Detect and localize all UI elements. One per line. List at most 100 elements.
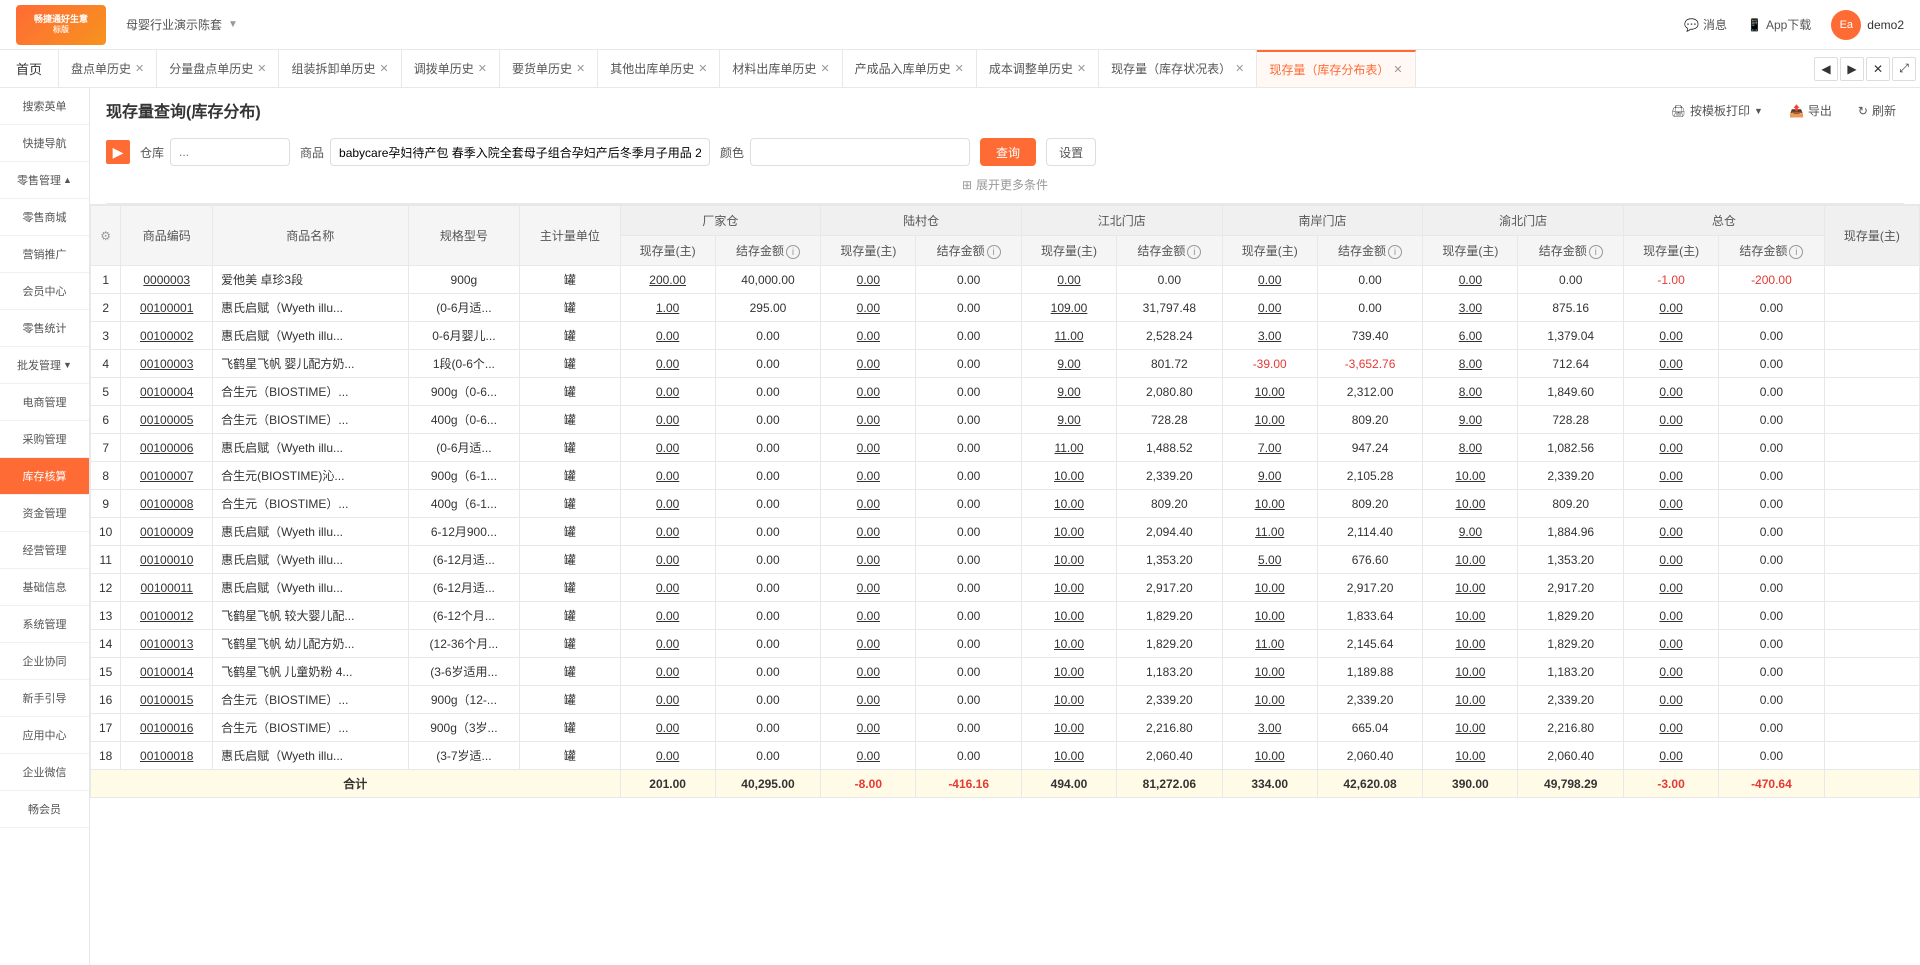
- close-icon-0[interactable]: ✕: [135, 62, 144, 75]
- cell-unit: 罐: [520, 630, 620, 658]
- zc-amt-info-icon[interactable]: i: [1789, 245, 1803, 259]
- cell-cj-amt: 295.00: [715, 294, 821, 322]
- sidebar-item-retail-mall[interactable]: 零售商城: [0, 199, 89, 236]
- close-icon-8[interactable]: ✕: [1077, 62, 1086, 75]
- close-icon-5[interactable]: ✕: [698, 62, 707, 75]
- nav-tab-5[interactable]: 其他出库单历史 ✕: [598, 50, 720, 88]
- sidebar: 搜索英单 快捷导航 零售管理 ▲ 零售商城 营销推广 会员中心 零售统计 批发管…: [0, 88, 90, 965]
- lc-amt-info-icon[interactable]: i: [987, 245, 1001, 259]
- cell-unit: 罐: [520, 406, 620, 434]
- sidebar-item-marketing[interactable]: 营销推广: [0, 236, 89, 273]
- sidebar-item-retail-stats[interactable]: 零售统计: [0, 310, 89, 347]
- nav-tab-1[interactable]: 分量盘点单历史 ✕: [157, 50, 279, 88]
- app-logo: 畅捷通好生意 标版: [16, 5, 106, 45]
- sidebar-item-ecommerce[interactable]: 电商管理: [0, 384, 89, 421]
- nav-tab-7[interactable]: 产成品入库单历史 ✕: [843, 50, 977, 88]
- goods-input[interactable]: [330, 138, 710, 166]
- cell-name: 飞鹤星飞帆 婴儿配方奶...: [213, 350, 408, 378]
- expand-conditions-btn[interactable]: ⊞ 展开更多条件: [106, 172, 1904, 197]
- cell-zc-qty: 0.00: [1624, 714, 1719, 742]
- sidebar-item-guide[interactable]: 新手引导: [0, 680, 89, 717]
- content-area: 现存量查询(库存分布) 🖨 按模板打印 ▼ 📤 导出 ↻ 刷新: [90, 88, 1920, 965]
- sidebar-item-purchase[interactable]: 采购管理: [0, 421, 89, 458]
- nav-tab-4[interactable]: 要货单历史 ✕: [500, 50, 598, 88]
- sidebar-item-app-center[interactable]: 应用中心: [0, 717, 89, 754]
- cell-na-qty: 11.00: [1222, 630, 1317, 658]
- message-label: 消息: [1703, 16, 1727, 33]
- cell-jb-amt: 801.72: [1117, 350, 1223, 378]
- table-row: 8 00100007 合生元(BIOSTIME)沁... 900g（6-1...…: [91, 462, 1920, 490]
- yb-amt-info-icon[interactable]: i: [1589, 245, 1603, 259]
- industry-selector[interactable]: 母婴行业演示陈套 ▼: [126, 16, 238, 33]
- settings-btn[interactable]: 设置: [1046, 138, 1096, 166]
- nav-tab-0[interactable]: 盘点单历史 ✕: [59, 50, 157, 88]
- cell-idx: 5: [91, 378, 121, 406]
- jb-amt-info-icon[interactable]: i: [1187, 245, 1201, 259]
- sidebar-item-finance[interactable]: 资金管理: [0, 495, 89, 532]
- refresh-btn[interactable]: ↻ 刷新: [1850, 98, 1904, 123]
- warehouse-input[interactable]: [170, 138, 290, 166]
- close-icon-3[interactable]: ✕: [478, 62, 487, 75]
- close-icon-9[interactable]: ✕: [1235, 62, 1244, 75]
- sidebar-item-search[interactable]: 搜索英单: [0, 88, 89, 125]
- nav-expand-btn[interactable]: ⤢: [1892, 57, 1916, 81]
- color-input[interactable]: [750, 138, 970, 166]
- sidebar-item-nav[interactable]: 快捷导航: [0, 125, 89, 162]
- nav-tab-8[interactable]: 成本调整单历史 ✕: [977, 50, 1099, 88]
- nav-tab-3[interactable]: 调拨单历史 ✕: [402, 50, 500, 88]
- col-na-amt: 结存金额i: [1317, 236, 1423, 266]
- nav-home[interactable]: 首页: [0, 50, 59, 88]
- query-btn[interactable]: 查询: [980, 138, 1036, 166]
- na-amt-info-icon[interactable]: i: [1388, 245, 1402, 259]
- close-icon-1[interactable]: ✕: [257, 62, 266, 75]
- sidebar-item-system[interactable]: 系统管理: [0, 606, 89, 643]
- nav-tab-6[interactable]: 材料出库单历史 ✕: [720, 50, 842, 88]
- cell-na-qty: 10.00: [1222, 686, 1317, 714]
- cell-cj-amt: 0.00: [715, 350, 821, 378]
- cell-yb-amt: 2,917.20: [1518, 574, 1624, 602]
- cell-cj-qty: 1.00: [620, 294, 715, 322]
- cell-jb-qty: 0.00: [1021, 266, 1116, 294]
- cell-name: 惠氏启赋（Wyeth illu...: [213, 294, 408, 322]
- close-icon-7[interactable]: ✕: [955, 62, 964, 75]
- sidebar-item-basic-info[interactable]: 基础信息: [0, 569, 89, 606]
- message-btn[interactable]: 💬 消息: [1684, 16, 1727, 33]
- cell-jb-qty: 10.00: [1021, 742, 1116, 770]
- nav-next-btn[interactable]: ▶: [1840, 57, 1864, 81]
- summary-jb-qty: 494.00: [1021, 770, 1116, 798]
- close-icon-4[interactable]: ✕: [576, 62, 585, 75]
- close-icon-2[interactable]: ✕: [380, 62, 389, 75]
- nav-close-btn[interactable]: ✕: [1866, 57, 1890, 81]
- sidebar-item-vip[interactable]: 畅会员: [0, 791, 89, 828]
- sidebar-item-wechat[interactable]: 企业微信: [0, 754, 89, 791]
- cell-code: 00100012: [121, 602, 213, 630]
- nav-tab-2[interactable]: 组装拆卸单历史 ✕: [279, 50, 401, 88]
- col-spec-header: 规格型号: [408, 206, 520, 266]
- app-download-btn[interactable]: 📱 App下载: [1747, 16, 1811, 33]
- sidebar-item-retail-mgmt[interactable]: 零售管理 ▲: [0, 162, 89, 199]
- table-container: ⚙ 商品编码 商品名称 规格型号 主计量单位 厂家仓 陆村仓 江北门店 南岸门店…: [90, 205, 1920, 965]
- sidebar-item-wholesale[interactable]: 批发管理 ▼: [0, 347, 89, 384]
- export-btn[interactable]: 📤 导出: [1781, 98, 1840, 123]
- sidebar-item-inventory[interactable]: 库存核算: [0, 458, 89, 495]
- page-header: 现存量查询(库存分布) 🖨 按模板打印 ▼ 📤 导出 ↻ 刷新: [90, 88, 1920, 205]
- sidebar-item-member[interactable]: 会员中心: [0, 273, 89, 310]
- nav-prev-btn[interactable]: ◀: [1814, 57, 1838, 81]
- close-icon-6[interactable]: ✕: [820, 62, 829, 75]
- cell-idx: 6: [91, 406, 121, 434]
- export-label: 导出: [1808, 102, 1832, 119]
- search-row-1: ▶ 仓库 商品 颜色 查询 设置: [106, 138, 1904, 166]
- sidebar-item-collab[interactable]: 企业协同: [0, 643, 89, 680]
- cj-amt-info-icon[interactable]: i: [786, 245, 800, 259]
- close-icon-10[interactable]: ✕: [1393, 63, 1402, 76]
- cell-na-amt: 0.00: [1317, 266, 1423, 294]
- nav-tab-9[interactable]: 现存量（库存状况表） ✕: [1099, 50, 1257, 88]
- sidebar-item-operations[interactable]: 经营管理: [0, 532, 89, 569]
- nav-tab-10[interactable]: 现存量（库存分布表） ✕: [1257, 50, 1415, 88]
- column-settings-icon[interactable]: ⚙: [100, 229, 111, 243]
- search-expand-btn[interactable]: ▶: [106, 140, 130, 164]
- user-menu[interactable]: Ea demo2: [1831, 10, 1904, 40]
- print-btn[interactable]: 🖨 按模板打印 ▼: [1663, 98, 1771, 123]
- cell-cj-amt: 0.00: [715, 490, 821, 518]
- cell-code: 00100002: [121, 322, 213, 350]
